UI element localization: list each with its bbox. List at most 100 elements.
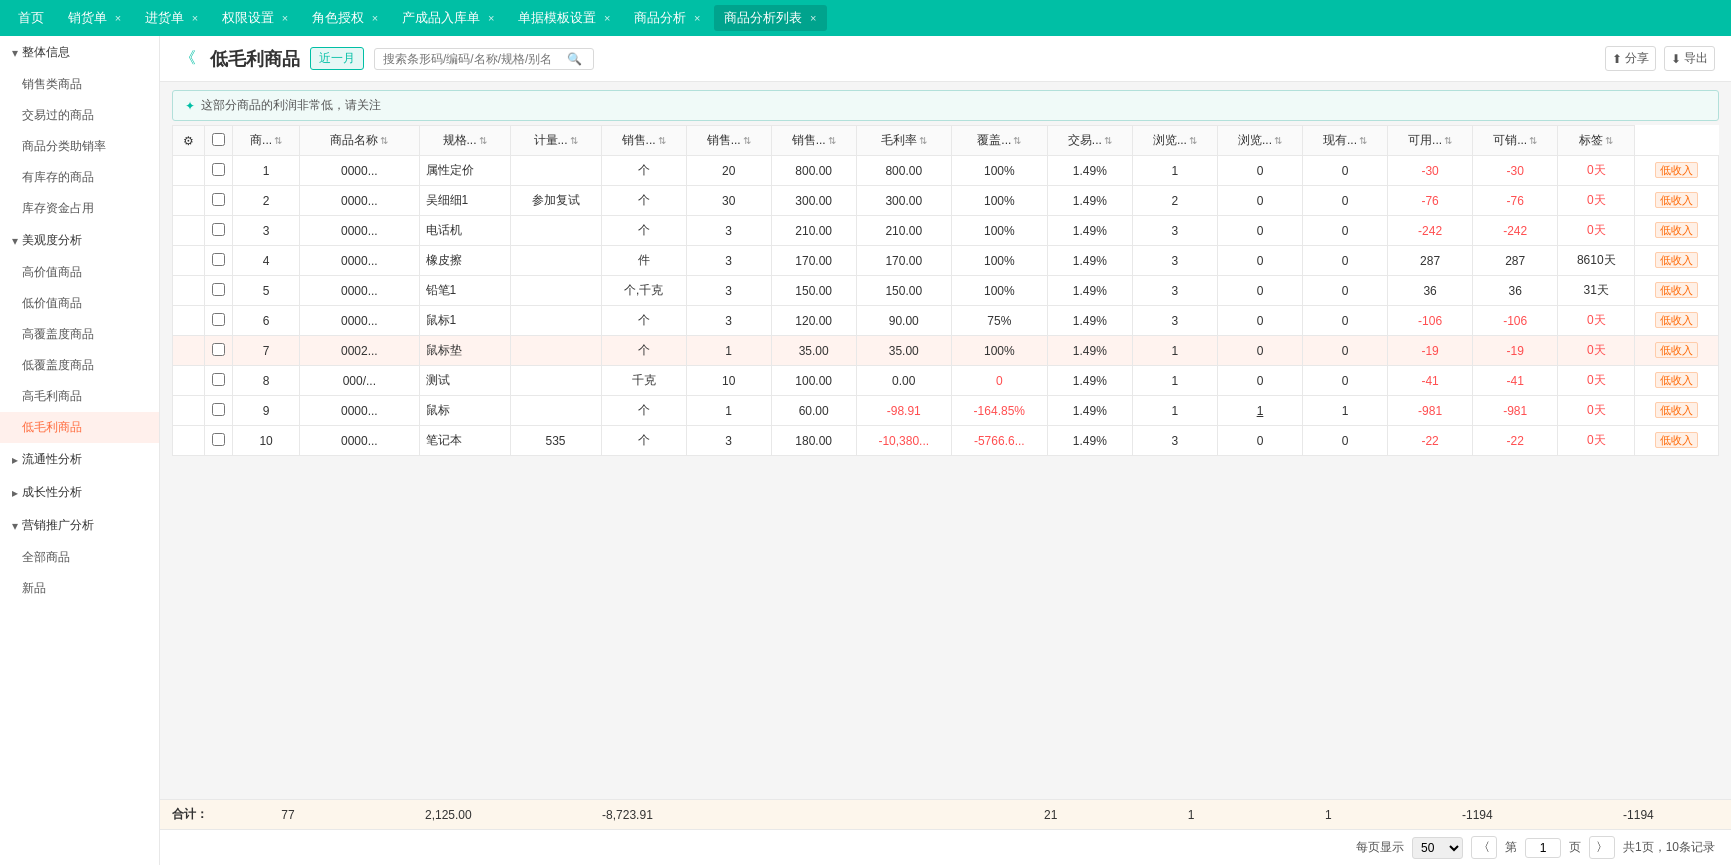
nav-home[interactable]: 首页 — [8, 5, 54, 31]
nav-purchase[interactable]: 进货单 × — [135, 5, 208, 31]
sort-price-icon[interactable]: ⇅ — [743, 135, 751, 146]
prev-page-btn[interactable]: 〈 — [1471, 836, 1497, 859]
nav-permission[interactable]: 权限设置 × — [212, 5, 298, 31]
sidebar-item-in-stock[interactable]: 有库存的商品 — [0, 162, 159, 193]
search-icon[interactable]: 🔍 — [567, 52, 582, 66]
page-number-input[interactable] — [1525, 838, 1561, 858]
sidebar-group-flow[interactable]: ▸ 流通性分析 — [0, 443, 159, 476]
sort-stock-icon[interactable]: ⇅ — [1359, 135, 1367, 146]
row-select-0[interactable] — [212, 163, 225, 176]
row-select-8[interactable] — [212, 403, 225, 416]
col-saleable[interactable]: 可销...⇅ — [1473, 126, 1558, 156]
nav-sales[interactable]: 销货单 × — [58, 5, 131, 31]
col-transaction[interactable]: 交易...⇅ — [1047, 126, 1132, 156]
sidebar-item-all-goods[interactable]: 全部商品 — [0, 542, 159, 573]
nav-analysis-list[interactable]: 商品分析列表 × — [714, 5, 826, 31]
table-row[interactable]: 2 0000... 吴细细1 参加复试 个 30 300.00 300.00 1… — [173, 186, 1719, 216]
row-checkbox-3[interactable] — [205, 246, 233, 276]
row-name-3[interactable]: 橡皮擦 — [419, 246, 510, 276]
nav-purchase-close[interactable]: × — [192, 12, 198, 24]
sidebar-item-low-value[interactable]: 低价值商品 — [0, 288, 159, 319]
nav-permission-close[interactable]: × — [282, 12, 288, 24]
nav-role-close[interactable]: × — [372, 12, 378, 24]
row-checkbox-2[interactable] — [205, 216, 233, 246]
export-btn[interactable]: ⬇ 导出 — [1664, 46, 1715, 71]
nav-analysis-list-close[interactable]: × — [810, 12, 816, 24]
table-row[interactable]: 3 0000... 电话机 个 3 210.00 210.00 100% 1.4… — [173, 216, 1719, 246]
sort-browse2-icon[interactable]: ⇅ — [1274, 135, 1282, 146]
nav-product-entry[interactable]: 产成品入库单 × — [392, 5, 504, 31]
row-checkbox-5[interactable] — [205, 306, 233, 336]
share-btn[interactable]: ⬆ 分享 — [1605, 46, 1656, 71]
col-spec[interactable]: 规格...⇅ — [419, 126, 510, 156]
row-select-6[interactable] — [212, 343, 225, 356]
sidebar-item-new[interactable]: 新品 — [0, 573, 159, 604]
sidebar-group-marketing[interactable]: ▾ 营销推广分析 — [0, 509, 159, 542]
nav-role[interactable]: 角色授权 × — [302, 5, 388, 31]
row-select-4[interactable] — [212, 283, 225, 296]
table-row[interactable]: 4 0000... 橡皮擦 件 3 170.00 170.00 100% 1.4… — [173, 246, 1719, 276]
sort-browse1-icon[interactable]: ⇅ — [1189, 135, 1197, 146]
row-select-9[interactable] — [212, 433, 225, 446]
nav-template-close[interactable]: × — [604, 12, 610, 24]
sidebar-collapse-btn[interactable]: 《 — [176, 48, 200, 69]
row-select-7[interactable] — [212, 373, 225, 386]
sidebar-item-traded[interactable]: 交易过的商品 — [0, 100, 159, 131]
row-name-0[interactable]: 属性定价 — [419, 156, 510, 186]
col-browse2[interactable]: 浏览...⇅ — [1217, 126, 1302, 156]
row-select-2[interactable] — [212, 223, 225, 236]
col-coverage[interactable]: 覆盖...⇅ — [951, 126, 1047, 156]
table-row[interactable]: 1 0000... 属性定价 个 20 800.00 800.00 100% 1… — [173, 156, 1719, 186]
row-checkbox-7[interactable] — [205, 366, 233, 396]
table-row[interactable]: 5 0000... 铅笔1 个,千克 3 150.00 150.00 100% … — [173, 276, 1719, 306]
table-row[interactable]: 8 000/... 测试 千克 10 100.00 0.00 0 1.49% 1… — [173, 366, 1719, 396]
col-tag[interactable]: 标签⇅ — [1558, 126, 1635, 156]
row-select-3[interactable] — [212, 253, 225, 266]
row-select-5[interactable] — [212, 313, 225, 326]
row-browse1-8[interactable]: 1 — [1217, 396, 1302, 426]
filter-recent-month-btn[interactable]: 近一月 — [310, 47, 364, 70]
sidebar-item-low-margin[interactable]: 低毛利商品 — [0, 412, 159, 443]
col-available[interactable]: 可用...⇅ — [1388, 126, 1473, 156]
sidebar-item-category-rate[interactable]: 商品分类助销率 — [0, 131, 159, 162]
sort-saleable-icon[interactable]: ⇅ — [1529, 135, 1537, 146]
row-name-9[interactable]: 笔记本 — [419, 426, 510, 456]
row-name-5[interactable]: 鼠标1 — [419, 306, 510, 336]
per-page-select[interactable]: 50 100 200 — [1412, 837, 1463, 859]
nav-sales-close[interactable]: × — [115, 12, 121, 24]
sidebar-group-overall[interactable]: ▾ 整体信息 — [0, 36, 159, 69]
col-gross-margin[interactable]: 毛利率⇅ — [856, 126, 951, 156]
next-page-btn[interactable]: 〉 — [1589, 836, 1615, 859]
sort-code-icon[interactable]: ⇅ — [274, 135, 282, 146]
sort-tag-icon[interactable]: ⇅ — [1605, 135, 1613, 146]
table-row[interactable]: 9 0000... 鼠标 个 1 60.00 -98.91 -164.85% 1… — [173, 396, 1719, 426]
row-checkbox-9[interactable] — [205, 426, 233, 456]
settings-icon[interactable]: ⚙ — [183, 134, 194, 148]
row-checkbox-6[interactable] — [205, 336, 233, 366]
row-checkbox-0[interactable] — [205, 156, 233, 186]
row-name-8[interactable]: 鼠标 — [419, 396, 510, 426]
col-settings[interactable]: ⚙ — [173, 126, 205, 156]
nav-template[interactable]: 单据模板设置 × — [508, 5, 620, 31]
nav-analysis[interactable]: 商品分析 × — [624, 5, 710, 31]
sidebar-item-low-coverage[interactable]: 低覆盖度商品 — [0, 350, 159, 381]
row-checkbox-8[interactable] — [205, 396, 233, 426]
row-name-4[interactable]: 铅笔1 — [419, 276, 510, 306]
row-checkbox-4[interactable] — [205, 276, 233, 306]
table-row[interactable]: 10 0000... 笔记本 535 个 3 180.00 -10,380...… — [173, 426, 1719, 456]
sort-margin-icon[interactable]: ⇅ — [919, 135, 927, 146]
row-name-6[interactable]: 鼠标垫 — [419, 336, 510, 366]
row-name-1[interactable]: 吴细细1 — [419, 186, 510, 216]
sort-unit-icon[interactable]: ⇅ — [570, 135, 578, 146]
col-sales-profit[interactable]: 销售...⇅ — [771, 126, 856, 156]
nav-analysis-close[interactable]: × — [694, 12, 700, 24]
sort-name-icon[interactable]: ⇅ — [380, 135, 388, 146]
search-input[interactable] — [383, 52, 563, 66]
sort-coverage-icon[interactable]: ⇅ — [1013, 135, 1021, 146]
sidebar-item-high-margin[interactable]: 高毛利商品 — [0, 381, 159, 412]
col-current-stock[interactable]: 现有...⇅ — [1303, 126, 1388, 156]
col-browse1[interactable]: 浏览...⇅ — [1132, 126, 1217, 156]
table-row[interactable]: 7 0002... 鼠标垫 个 1 35.00 35.00 100% 1.49%… — [173, 336, 1719, 366]
sidebar-item-sales-goods[interactable]: 销售类商品 — [0, 69, 159, 100]
select-all-checkbox[interactable] — [212, 133, 225, 146]
